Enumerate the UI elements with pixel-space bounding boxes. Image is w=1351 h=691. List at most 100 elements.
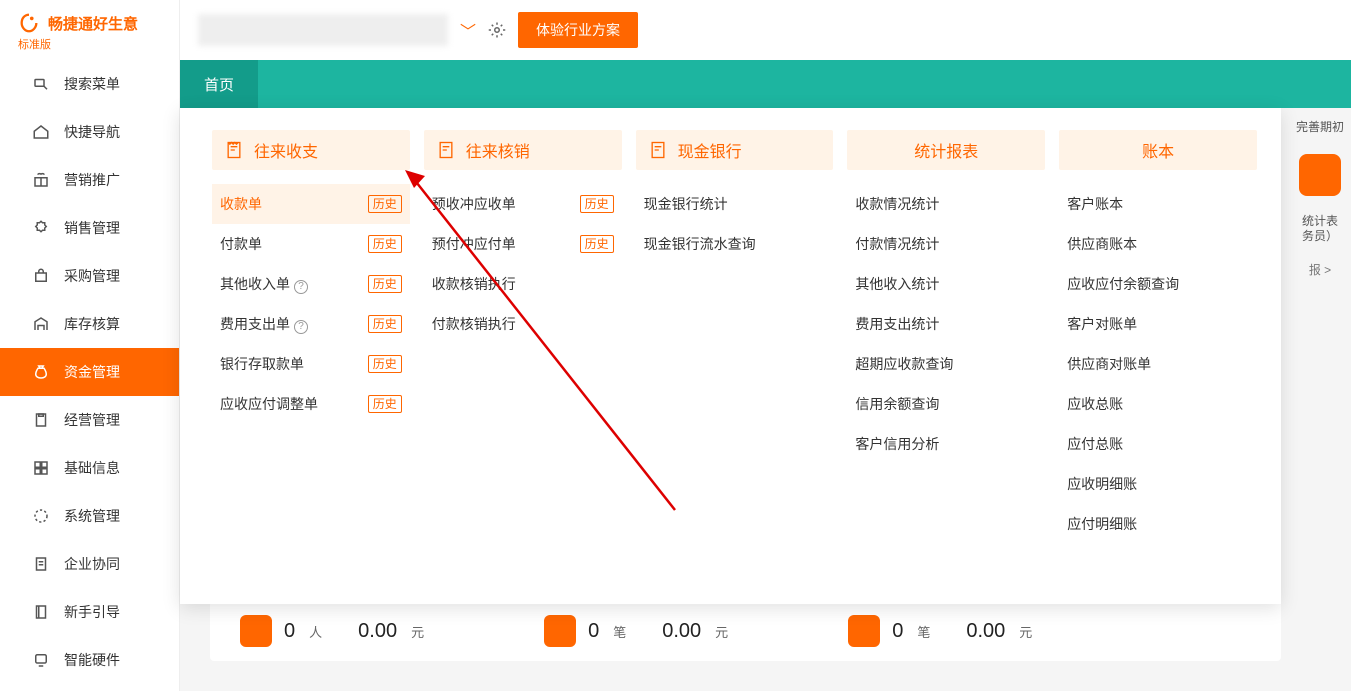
sidebar-item-search-menu[interactable]: 搜索菜单 <box>0 60 179 108</box>
menu-item-arap-adjust[interactable]: 应收应付调整单历史 <box>212 384 410 424</box>
menu-item-customer-ledger[interactable]: 客户账本 <box>1059 184 1257 224</box>
brand-edition: 标准版 <box>18 36 169 52</box>
cart-icon <box>32 267 50 285</box>
menu-item-receipt[interactable]: 收款单历史 <box>212 184 410 224</box>
clipboard-icon <box>32 411 50 429</box>
sidebar-item-label: 系统管理 <box>64 506 120 526</box>
gear-icon[interactable] <box>488 21 506 39</box>
help-icon[interactable]: ? <box>294 280 308 294</box>
experience-solution-button[interactable]: 体验行业方案 <box>518 12 638 48</box>
history-badge[interactable]: 历史 <box>580 195 614 213</box>
history-badge[interactable]: 历史 <box>368 315 402 333</box>
history-badge[interactable]: 历史 <box>368 235 402 253</box>
menu-item-receipt-stats[interactable]: 收款情况统计 <box>847 184 1045 224</box>
sidebar: 畅捷通好生意 标准版 搜索菜单 快捷导航 营销推广 销售管理 采购管理 库存核算 <box>0 0 180 691</box>
menu-item-other-income-stats[interactable]: 其他收入统计 <box>847 264 1045 304</box>
sidebar-item-quick-nav[interactable]: 快捷导航 <box>0 108 179 156</box>
brand-logo-icon <box>18 12 40 34</box>
gift-icon <box>32 171 50 189</box>
menu-item-bank-deposit[interactable]: 银行存取款单历史 <box>212 344 410 384</box>
menu-item-credit-balance[interactable]: 信用余额查询 <box>847 384 1045 424</box>
menu-item-supplier-statement[interactable]: 供应商对账单 <box>1059 344 1257 384</box>
menu-item-receipt-exec[interactable]: 收款核销执行 <box>424 264 622 304</box>
sidebar-item-hardware[interactable]: 智能硬件 <box>0 636 179 684</box>
menu-item-prereceipt-offset[interactable]: 预收冲应收单历史 <box>424 184 622 224</box>
menu-item-ar-general[interactable]: 应收总账 <box>1059 384 1257 424</box>
history-badge[interactable]: 历史 <box>580 235 614 253</box>
brand-block: 畅捷通好生意 标准版 <box>0 0 179 60</box>
sidebar-item-label: 新手引导 <box>64 602 120 622</box>
mega-col-transactions: 往来收支 收款单历史 付款单历史 其他收入单?历史 费用支出单?历史 银行存取款… <box>212 130 410 544</box>
sidebar-item-system[interactable]: 系统管理 <box>0 492 179 540</box>
stat-icon <box>544 615 576 647</box>
money-bag-icon <box>32 363 50 381</box>
sidebar-item-label: 搜索菜单 <box>64 74 120 94</box>
mega-col-ledger: 账本 客户账本 供应商账本 应收应付余额查询 客户对账单 供应商对账单 应收总账… <box>1059 130 1257 544</box>
menu-item-supplier-ledger[interactable]: 供应商账本 <box>1059 224 1257 264</box>
sidebar-item-label: 采购管理 <box>64 266 120 286</box>
doc-icon <box>32 555 50 573</box>
sidebar-item-operation[interactable]: 经营管理 <box>0 396 179 444</box>
stat-icon <box>240 615 272 647</box>
menu-item-expense[interactable]: 费用支出单?历史 <box>212 304 410 344</box>
tab-home[interactable]: 首页 <box>180 60 258 108</box>
sidebar-item-label: 库存核算 <box>64 314 120 334</box>
menu-item-other-income[interactable]: 其他收入单?历史 <box>212 264 410 304</box>
menu-item-credit-analysis[interactable]: 客户信用分析 <box>847 424 1045 464</box>
device-icon <box>32 651 50 669</box>
receipt-icon <box>224 140 244 160</box>
menu-item-ap-detail[interactable]: 应付明细账 <box>1059 504 1257 544</box>
right-text-report[interactable]: 报 > <box>1309 263 1331 279</box>
book-icon <box>32 603 50 621</box>
stat-icon <box>848 615 880 647</box>
brand-name: 畅捷通好生意 <box>48 13 138 34</box>
chevron-down-icon[interactable]: ﹀ <box>460 18 476 42</box>
menu-item-ar-detail[interactable]: 应收明细账 <box>1059 464 1257 504</box>
mega-col-reconcile: 往来核销 预收冲应收单历史 预付冲应付单历史 收款核销执行 付款核销执行 <box>424 130 622 544</box>
right-text-perfect[interactable]: 完善期初 <box>1296 120 1344 136</box>
stat-group-3: 0笔 0.00元 <box>848 615 1032 647</box>
menu-item-payment-exec[interactable]: 付款核销执行 <box>424 304 622 344</box>
magnify-icon <box>32 75 50 93</box>
history-badge[interactable]: 历史 <box>368 355 402 373</box>
sidebar-item-label: 资金管理 <box>64 362 120 382</box>
sidebar-item-marketing[interactable]: 营销推广 <box>0 156 179 204</box>
menu-item-cashbank-flow[interactable]: 现金银行流水查询 <box>636 224 834 264</box>
menu-item-ap-general[interactable]: 应付总账 <box>1059 424 1257 464</box>
stat-value: 0.00 <box>358 620 397 643</box>
menu-item-payment-stats[interactable]: 付款情况统计 <box>847 224 1045 264</box>
menu-item-expense-stats[interactable]: 费用支出统计 <box>847 304 1045 344</box>
sidebar-item-inventory[interactable]: 库存核算 <box>0 300 179 348</box>
sidebar-item-sales[interactable]: 销售管理 <box>0 204 179 252</box>
stat-value: 0 <box>892 620 903 643</box>
stat-value: 0.00 <box>966 620 1005 643</box>
help-icon[interactable]: ? <box>294 320 308 334</box>
menu-item-cashbank-stats[interactable]: 现金银行统计 <box>636 184 834 224</box>
menu-item-overdue-ar[interactable]: 超期应收款查询 <box>847 344 1045 384</box>
history-badge[interactable]: 历史 <box>368 195 402 213</box>
mega-col-title: 往来核销 <box>424 130 622 170</box>
sidebar-item-label: 销售管理 <box>64 218 120 238</box>
home-icon <box>32 123 50 141</box>
tabbar: 首页 <box>180 60 1351 108</box>
right-quick-icon[interactable] <box>1299 154 1341 196</box>
menu-item-arap-balance[interactable]: 应收应付余额查询 <box>1059 264 1257 304</box>
org-selector[interactable] <box>198 14 448 46</box>
sidebar-item-basic-info[interactable]: 基础信息 <box>0 444 179 492</box>
mega-col-title: 往来收支 <box>212 130 410 170</box>
menu-item-customer-statement[interactable]: 客户对账单 <box>1059 304 1257 344</box>
history-badge[interactable]: 历史 <box>368 275 402 293</box>
sidebar-item-newbie[interactable]: 新手引导 <box>0 588 179 636</box>
sidebar-item-funds[interactable]: 资金管理 <box>0 348 179 396</box>
menu-item-payment[interactable]: 付款单历史 <box>212 224 410 264</box>
mega-col-cashbank: 现金银行 现金银行统计 现金银行流水查询 <box>636 130 834 544</box>
right-text-stat: 统计表务员） <box>1302 214 1338 245</box>
stat-value: 0.00 <box>662 620 701 643</box>
receipt-icon <box>648 140 668 160</box>
sidebar-item-label: 营销推广 <box>64 170 120 190</box>
sidebar-item-collab[interactable]: 企业协同 <box>0 540 179 588</box>
sidebar-item-purchase[interactable]: 采购管理 <box>0 252 179 300</box>
menu-item-prepay-offset[interactable]: 预付冲应付单历史 <box>424 224 622 264</box>
right-quick-panel: 完善期初 统计表务员） 报 > <box>1289 120 1351 278</box>
history-badge[interactable]: 历史 <box>368 395 402 413</box>
